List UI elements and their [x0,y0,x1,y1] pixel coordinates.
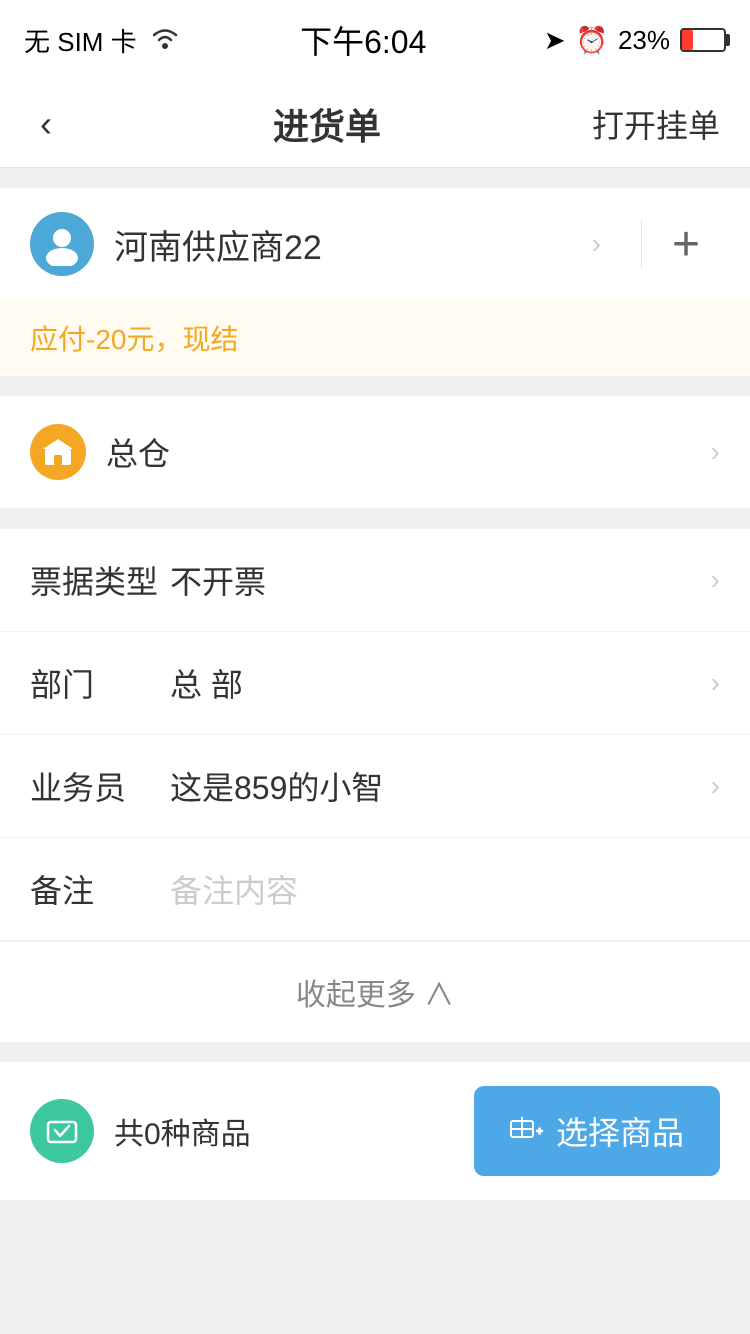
salesperson-chevron: › [711,770,720,802]
status-bar: 无 SIM 卡 下午6:04 ➤ ⏰ 23% [0,0,750,80]
select-product-button[interactable]: 选择商品 [474,1086,720,1176]
page: 无 SIM 卡 下午6:04 ➤ ⏰ 23% ‹ 进 [0,0,750,1334]
status-left: 无 SIM 卡 [24,22,183,59]
carrier-label: 无 SIM 卡 [24,22,137,59]
department-chevron: › [711,667,720,699]
invoice-type-label: 票据类型 [30,557,170,603]
invoice-type-value: 不开票 [170,557,711,603]
status-right: ➤ ⏰ 23% [544,25,726,56]
supplier-name: 河南供应商22 [114,220,592,269]
open-pending-button[interactable]: 打开挂单 [592,101,720,147]
notice-text: 应付-20元，现结 [30,324,238,355]
wifi-icon [147,23,183,58]
product-count: 共0种商品 [114,1109,454,1153]
warehouse-chevron: › [711,436,720,468]
collapse-button[interactable]: 收起更多 ∧ [0,941,750,1042]
select-product-label: 选择商品 [556,1108,684,1154]
supplier-chevron: › [592,228,601,260]
back-button[interactable]: ‹ [30,93,62,155]
nav-bar: ‹ 进货单 打开挂单 [0,80,750,168]
battery-icon [680,28,726,52]
warehouse-label: 总仓 [106,429,711,475]
add-supplier-button[interactable]: + [652,217,720,272]
department-value: 总 部 [170,660,711,706]
supplier-row[interactable]: 河南供应商22 › + [0,188,750,300]
salesperson-row[interactable]: 业务员 这是859的小智 › [0,735,750,838]
remark-input[interactable]: 备注内容 [170,866,720,912]
warehouse-row[interactable]: 总仓 › [0,396,750,509]
avatar [30,212,94,276]
battery-label: 23% [618,25,670,56]
alarm-icon: ⏰ [576,25,608,56]
status-time: 下午6:04 [300,17,426,63]
bottom-bar: 共0种商品 选择商品 [0,1062,750,1200]
supplier-divider [641,219,642,269]
remark-row[interactable]: 备注 备注内容 [0,838,750,941]
form-section: 票据类型 不开票 › 部门 总 部 › 业务员 这是859的小智 › 备注 备注… [0,529,750,1042]
salesperson-label: 业务员 [30,763,170,809]
warehouse-section: 总仓 › [0,396,750,509]
warehouse-icon-wrap [30,424,86,480]
department-label: 部门 [30,660,170,706]
supplier-section: 河南供应商22 › + 应付-20元，现结 [0,188,750,376]
page-title: 进货单 [273,98,381,150]
invoice-type-chevron: › [711,564,720,596]
section-divider-1 [0,168,750,188]
location-icon: ➤ [544,25,566,56]
invoice-type-row[interactable]: 票据类型 不开票 › [0,529,750,632]
product-icon-wrap [30,1099,94,1163]
salesperson-value: 这是859的小智 [170,763,711,809]
remark-label: 备注 [30,866,170,912]
department-row[interactable]: 部门 总 部 › [0,632,750,735]
notice-bar: 应付-20元，现结 [0,300,750,376]
